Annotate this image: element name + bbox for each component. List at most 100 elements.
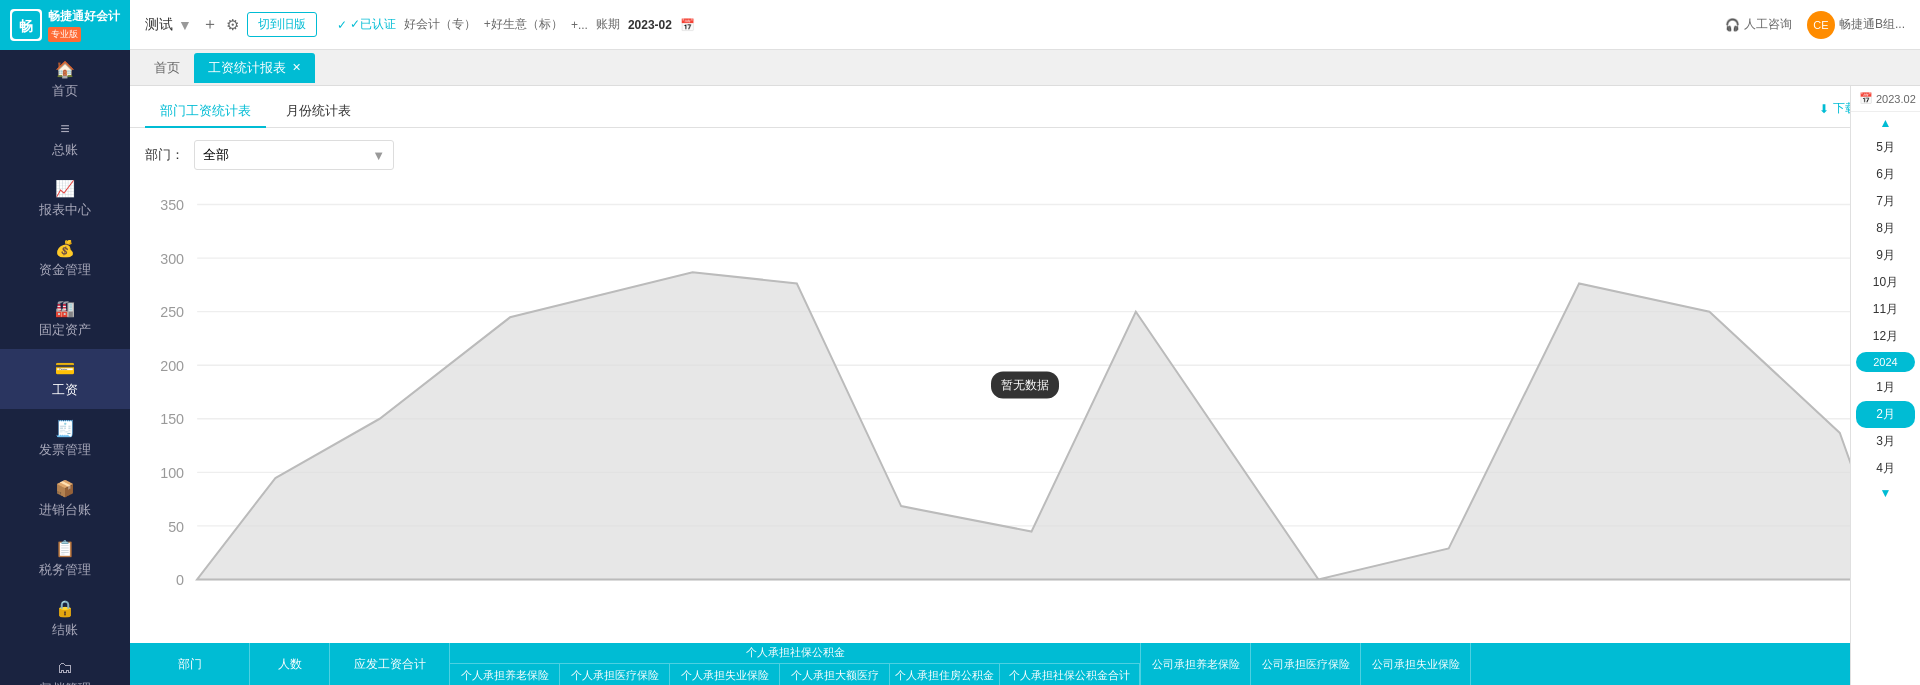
col-total-salary: 应发工资合计 xyxy=(330,643,450,685)
topbar-right: 🎧 人工咨询 CE 畅捷通B组... xyxy=(1725,11,1905,39)
topbar-status: ✓ ✓已认证 好会计（专） +好生意（标） +... 账期 2023-02 📅 xyxy=(337,16,695,33)
year-2024-badge[interactable]: 2024 xyxy=(1856,352,1915,372)
svg-text:300: 300 xyxy=(160,249,184,267)
archive-icon: 🗂 xyxy=(57,659,73,677)
user-menu[interactable]: CE 畅捷通B组... xyxy=(1807,11,1905,39)
dept-select[interactable]: 全部 ▼ xyxy=(194,140,394,170)
month-2023-8[interactable]: 8月 xyxy=(1851,215,1920,242)
extra-label: +... xyxy=(571,18,588,32)
fixed-assets-icon: 🏭 xyxy=(55,299,75,318)
tab-home[interactable]: 首页 xyxy=(140,53,194,83)
month-2023-10[interactable]: 10月 xyxy=(1851,269,1920,296)
month-2024-4[interactable]: 4月 xyxy=(1851,455,1920,482)
sidebar-label-tax: 税务管理 xyxy=(39,561,91,579)
chart-container: 350 300 250 200 150 100 50 0 xyxy=(145,182,1905,633)
topbar-title: 测试 xyxy=(145,16,173,34)
tab-payroll-report[interactable]: 工资统计报表 ✕ xyxy=(194,53,315,83)
month-2023-5[interactable]: 5月 xyxy=(1851,134,1920,161)
funds-icon: 💰 xyxy=(55,239,75,258)
month-2023-11[interactable]: 11月 xyxy=(1851,296,1920,323)
sidebar-item-funds[interactable]: 💰 资金管理 xyxy=(0,229,130,289)
month-2023-7[interactable]: 7月 xyxy=(1851,188,1920,215)
date-panel: 📅 2023.02 ▲ 5月 6月 7月 8月 9月 10月 11月 12月 2… xyxy=(1850,86,1920,685)
chart-area: 350 300 250 200 150 100 50 0 xyxy=(130,182,1920,643)
col-company-unemployment: 公司承担失业保险 xyxy=(1361,643,1471,685)
col-personal-unemployment: 个人承担失业保险 xyxy=(670,664,780,685)
page-content: 部门工资统计表 月份统计表 ⬇ 下载 ↻ 刷新 部门： 全部 ▼ xyxy=(130,86,1920,685)
support-button[interactable]: 🎧 人工咨询 xyxy=(1725,16,1792,33)
month-2023-6[interactable]: 6月 xyxy=(1851,161,1920,188)
date-panel-nav-up[interactable]: ▲ xyxy=(1851,112,1920,134)
sidebar-label-payroll: 工资 xyxy=(52,381,78,399)
logo-badge: 专业版 xyxy=(48,27,81,42)
sidebar-label-invoice: 发票管理 xyxy=(39,441,91,459)
certified-badge: ✓ ✓已认证 xyxy=(337,16,396,33)
svg-text:150: 150 xyxy=(160,410,184,428)
sidebar-item-fixed-assets[interactable]: 🏭 固定资产 xyxy=(0,289,130,349)
sidebar-item-closing[interactable]: 🔒 结账 xyxy=(0,589,130,649)
calendar-icon[interactable]: 📅 xyxy=(680,18,695,32)
sub-tab-dept[interactable]: 部门工资统计表 xyxy=(145,96,266,128)
chevron-down-icon[interactable]: ▼ xyxy=(178,17,192,33)
sidebar-item-payroll[interactable]: 💳 工资 xyxy=(0,349,130,409)
select-chevron-icon: ▼ xyxy=(372,148,385,163)
topbar-actions: ＋ ⚙ 切到旧版 xyxy=(202,12,317,37)
sidebar-item-tax[interactable]: 📋 税务管理 xyxy=(0,529,130,589)
month-2023-12[interactable]: 12月 xyxy=(1851,323,1920,350)
col-dept: 部门 xyxy=(130,643,250,685)
tab-bar: 首页 工资统计报表 ✕ xyxy=(130,50,1920,86)
sidebar-item-archive[interactable]: 🗂 归档管理 xyxy=(0,649,130,685)
chart-svg: 350 300 250 200 150 100 50 0 xyxy=(145,182,1905,633)
sidebar-item-general-ledger[interactable]: ≡ 总账 xyxy=(0,110,130,169)
sidebar-item-home[interactable]: 🏠 首页 xyxy=(0,50,130,110)
col-personal-housing-fund: 个人承担住房公积金 xyxy=(890,664,1000,685)
settings-gear-icon[interactable]: ⚙ xyxy=(226,16,239,34)
date-panel-current: 📅 2023.02 xyxy=(1851,86,1920,112)
invoice-icon: 🧾 xyxy=(55,419,75,438)
reports-icon: 📈 xyxy=(55,179,75,198)
filter-row: 部门： 全部 ▼ xyxy=(130,128,1920,182)
logo-icon: 畅 xyxy=(10,9,42,41)
month-2024-2[interactable]: 2月 xyxy=(1856,401,1915,428)
sidebar-item-sales[interactable]: 📦 进销台账 xyxy=(0,469,130,529)
topbar: 测试 ▼ ＋ ⚙ 切到旧版 ✓ ✓已认证 好会计（专） +好生意（标） +...… xyxy=(130,0,1920,50)
switch-version-button[interactable]: 切到旧版 xyxy=(247,12,317,37)
sidebar-label-closing: 结账 xyxy=(52,621,78,639)
good-business-label: +好生意（标） xyxy=(484,16,563,33)
headset-icon: 🎧 xyxy=(1725,18,1740,32)
month-2024-3[interactable]: 3月 xyxy=(1851,428,1920,455)
svg-text:畅: 畅 xyxy=(19,18,33,34)
date-panel-nav-down[interactable]: ▼ xyxy=(1851,482,1920,504)
sub-tab-monthly[interactable]: 月份统计表 xyxy=(271,96,366,128)
sales-icon: 📦 xyxy=(55,479,75,498)
add-icon[interactable]: ＋ xyxy=(202,14,218,35)
col-personal-major-medical: 个人承担大额医疗 xyxy=(780,664,890,685)
col-personal-pension: 个人承担养老保险 xyxy=(450,664,560,685)
sidebar-logo: 畅 畅捷通好会计 专业版 xyxy=(0,0,130,50)
col-company-medical: 公司承担医疗保险 xyxy=(1251,643,1361,685)
home-icon: 🏠 xyxy=(55,60,75,79)
period-label: 账期 xyxy=(596,16,620,33)
month-2024-1[interactable]: 1月 xyxy=(1851,374,1920,401)
col-headcount: 人数 xyxy=(250,643,330,685)
month-2023-9[interactable]: 9月 xyxy=(1851,242,1920,269)
sidebar: 畅 畅捷通好会计 专业版 🏠 首页 ≡ 总账 📈 报表中心 💰 资金管理 🏭 固… xyxy=(0,0,130,685)
col-company-pension: 公司承担养老保险 xyxy=(1141,643,1251,685)
group-sub-cols: 个人承担养老保险 个人承担医疗保险 个人承担失业保险 个人承担大额医疗 个人承担… xyxy=(450,664,1140,685)
sidebar-label-ledger: 总账 xyxy=(52,141,78,159)
closing-icon: 🔒 xyxy=(55,599,75,618)
col-personal-medical: 个人承担医疗保险 xyxy=(560,664,670,685)
check-icon: ✓ xyxy=(337,18,347,32)
sidebar-item-reports[interactable]: 📈 报表中心 xyxy=(0,169,130,229)
group-personal-insurance: 个人承担社保公积金 个人承担养老保险 个人承担医疗保险 个人承担失业保险 个人承… xyxy=(450,642,1141,685)
calendar-small-icon: 📅 xyxy=(1859,92,1873,105)
tab-close-icon[interactable]: ✕ xyxy=(292,61,301,74)
svg-text:0: 0 xyxy=(176,571,184,589)
svg-text:100: 100 xyxy=(160,463,184,481)
sub-tabs: 部门工资统计表 月份统计表 ⬇ 下载 ↻ 刷新 xyxy=(130,86,1920,128)
table-footer: 部门 人数 应发工资合计 个人承担社保公积金 个人承担养老保险 个人承担医疗保险 xyxy=(130,643,1920,685)
svg-text:200: 200 xyxy=(160,356,184,374)
col-personal-total: 个人承担社保公积金合计 xyxy=(1000,664,1140,685)
svg-text:50: 50 xyxy=(168,517,184,535)
sidebar-item-invoice[interactable]: 🧾 发票管理 xyxy=(0,409,130,469)
